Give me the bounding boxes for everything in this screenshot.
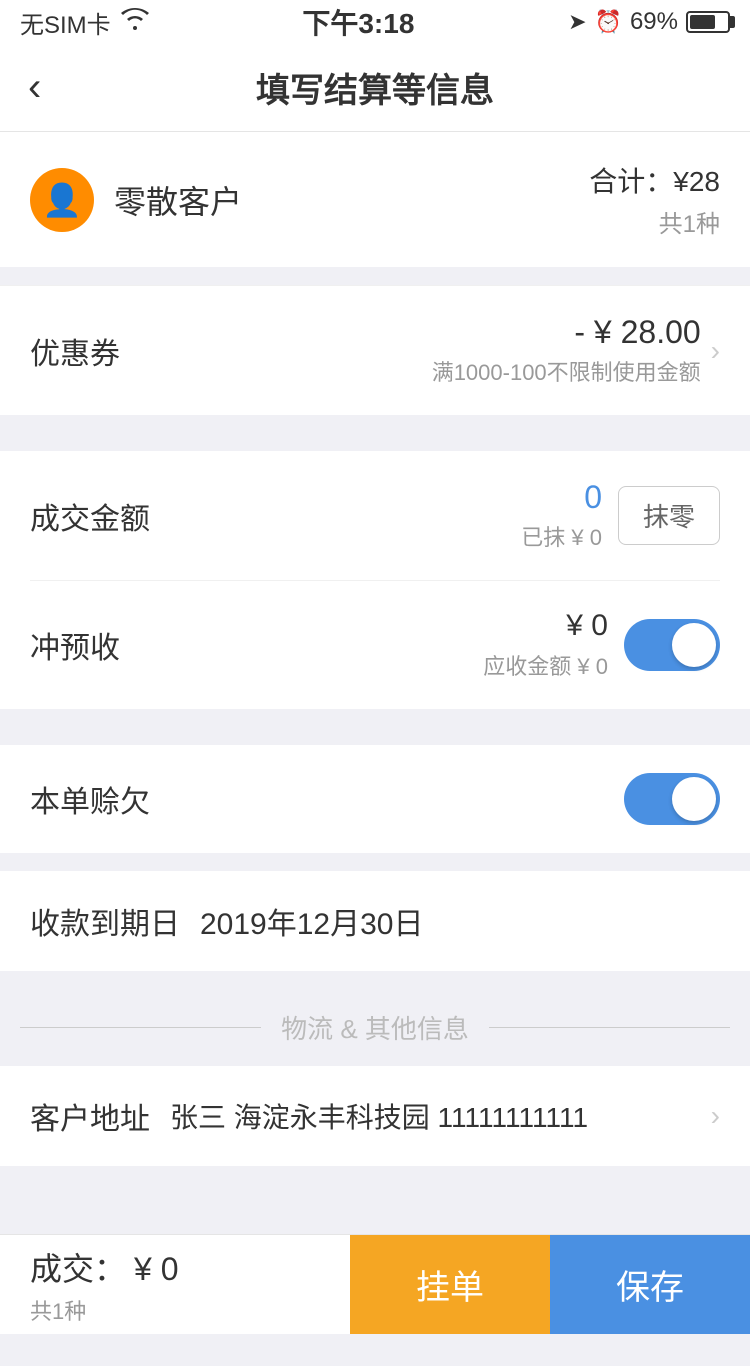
pre-receipt-label: 冲预收 [30,623,120,667]
coupon-amount: - ¥ 28.00 [432,314,701,351]
due-date-label: 收款到期日 [30,899,180,943]
chevron-right-icon: › [711,335,720,367]
customer-row: 👤 零散客户 合计：¥28 共1种 [0,132,750,267]
divider-line-right [489,1027,730,1028]
pre-receipt-toggle[interactable] [624,619,720,671]
divider-text: 物流 & 其他信息 [281,1009,469,1046]
coupon-details: - ¥ 28.00 满1000-100不限制使用金额 [432,314,701,387]
hold-button[interactable]: 挂单 [350,1235,550,1334]
credit-toggle-knob [672,777,716,821]
transaction-amount-label: 成交金额 [30,494,150,538]
coupon-row[interactable]: 优惠券 - ¥ 28.00 满1000-100不限制使用金额 › [0,285,750,415]
separator-3 [0,971,750,989]
customer-section: 👤 零散客户 合计：¥28 共1种 [0,132,750,267]
carrier-text: 无SIM卡 [20,5,111,40]
page-title: 填写结算等信息 [256,63,494,112]
battery-icon [686,11,730,33]
receivable-text: 应收金额 ¥ 0 [483,649,608,681]
total-label: 合计：¥28 [589,160,720,200]
due-date-row: 收款到期日 2019年12月30日 [0,871,750,971]
status-bar: 无SIM卡 下午3:18 ➤ ⏰ 69% [0,0,750,44]
coupon-section[interactable]: 优惠券 - ¥ 28.00 满1000-100不限制使用金额 › [0,285,750,415]
bottom-info: 成交： ¥ 0 共1种 [0,1235,350,1334]
coupon-right: - ¥ 28.00 满1000-100不限制使用金额 › [432,314,720,387]
credit-toggle[interactable] [624,773,720,825]
bottom-bar: 成交： ¥ 0 共1种 挂单 保存 [0,1234,750,1334]
bottom-amount: ¥ 0 [134,1251,178,1288]
transaction-section: 成交金额 已抹 ¥ 0 抹零 冲预收 ¥ 0 应收金额 ¥ 0 [0,451,750,709]
address-value: 张三 海淀永丰科技园 11111111111 [170,1096,711,1136]
address-chevron-icon: › [711,1100,720,1132]
due-date-value: 2019年12月30日 [200,899,423,943]
status-bar-left: 无SIM卡 [20,5,149,40]
customer-name: 零散客户 [114,177,242,223]
separator-2 [0,727,750,745]
bottom-count: 共1种 [30,1294,320,1326]
transaction-amount-value[interactable] [521,479,602,516]
wifi-icon [121,8,149,36]
customer-left: 👤 零散客户 [30,168,242,232]
credit-row: 本单赊欠 [30,745,720,853]
credit-section: 本单赊欠 [0,745,750,853]
transaction-amount-right: 已抹 ¥ 0 抹零 [521,479,720,552]
credit-right [624,773,720,825]
divider-section: 物流 & 其他信息 [0,989,750,1066]
status-bar-right: ➤ ⏰ 69% [568,8,730,36]
save-button[interactable]: 保存 [550,1235,750,1334]
battery-fill [690,15,715,29]
round-off-text: 已抹 ¥ 0 [521,520,602,552]
transaction-amount-col: 已抹 ¥ 0 [521,479,602,552]
back-button[interactable]: ‹ [28,65,41,110]
credit-label: 本单赊欠 [30,777,150,821]
transaction-amount-row: 成交金额 已抹 ¥ 0 抹零 [30,451,720,581]
nav-bar: ‹ 填写结算等信息 [0,44,750,132]
pre-receipt-right: ¥ 0 应收金额 ¥ 0 [483,609,720,681]
address-label: 客户地址 [30,1094,150,1138]
separator-1 [0,433,750,451]
address-row[interactable]: 客户地址 张三 海淀永丰科技园 11111111111 › [0,1066,750,1166]
customer-summary: 合计：¥28 共1种 [589,160,720,239]
total-count: 共1种 [589,204,720,239]
amount-input[interactable] [542,479,602,516]
alarm-icon: ⏰ [595,9,622,35]
coupon-label: 优惠券 [30,329,120,373]
battery-percent: 69% [630,8,678,36]
pre-receipt-value: ¥ 0 [566,609,608,643]
transaction-label: 成交： [30,1244,126,1290]
pre-receipt-col: ¥ 0 应收金额 ¥ 0 [483,609,608,681]
round-off-button[interactable]: 抹零 [618,486,720,545]
divider-line-left [20,1027,261,1028]
status-time: 下午3:18 [302,2,414,42]
toggle-knob [672,623,716,667]
coupon-desc: 满1000-100不限制使用金额 [432,355,701,387]
location-icon: ➤ [568,9,586,35]
pre-receipt-row: 冲预收 ¥ 0 应收金额 ¥ 0 [30,581,720,709]
bottom-amount-row: 成交： ¥ 0 [30,1244,320,1290]
avatar: 👤 [30,168,94,232]
avatar-icon: 👤 [42,181,82,219]
